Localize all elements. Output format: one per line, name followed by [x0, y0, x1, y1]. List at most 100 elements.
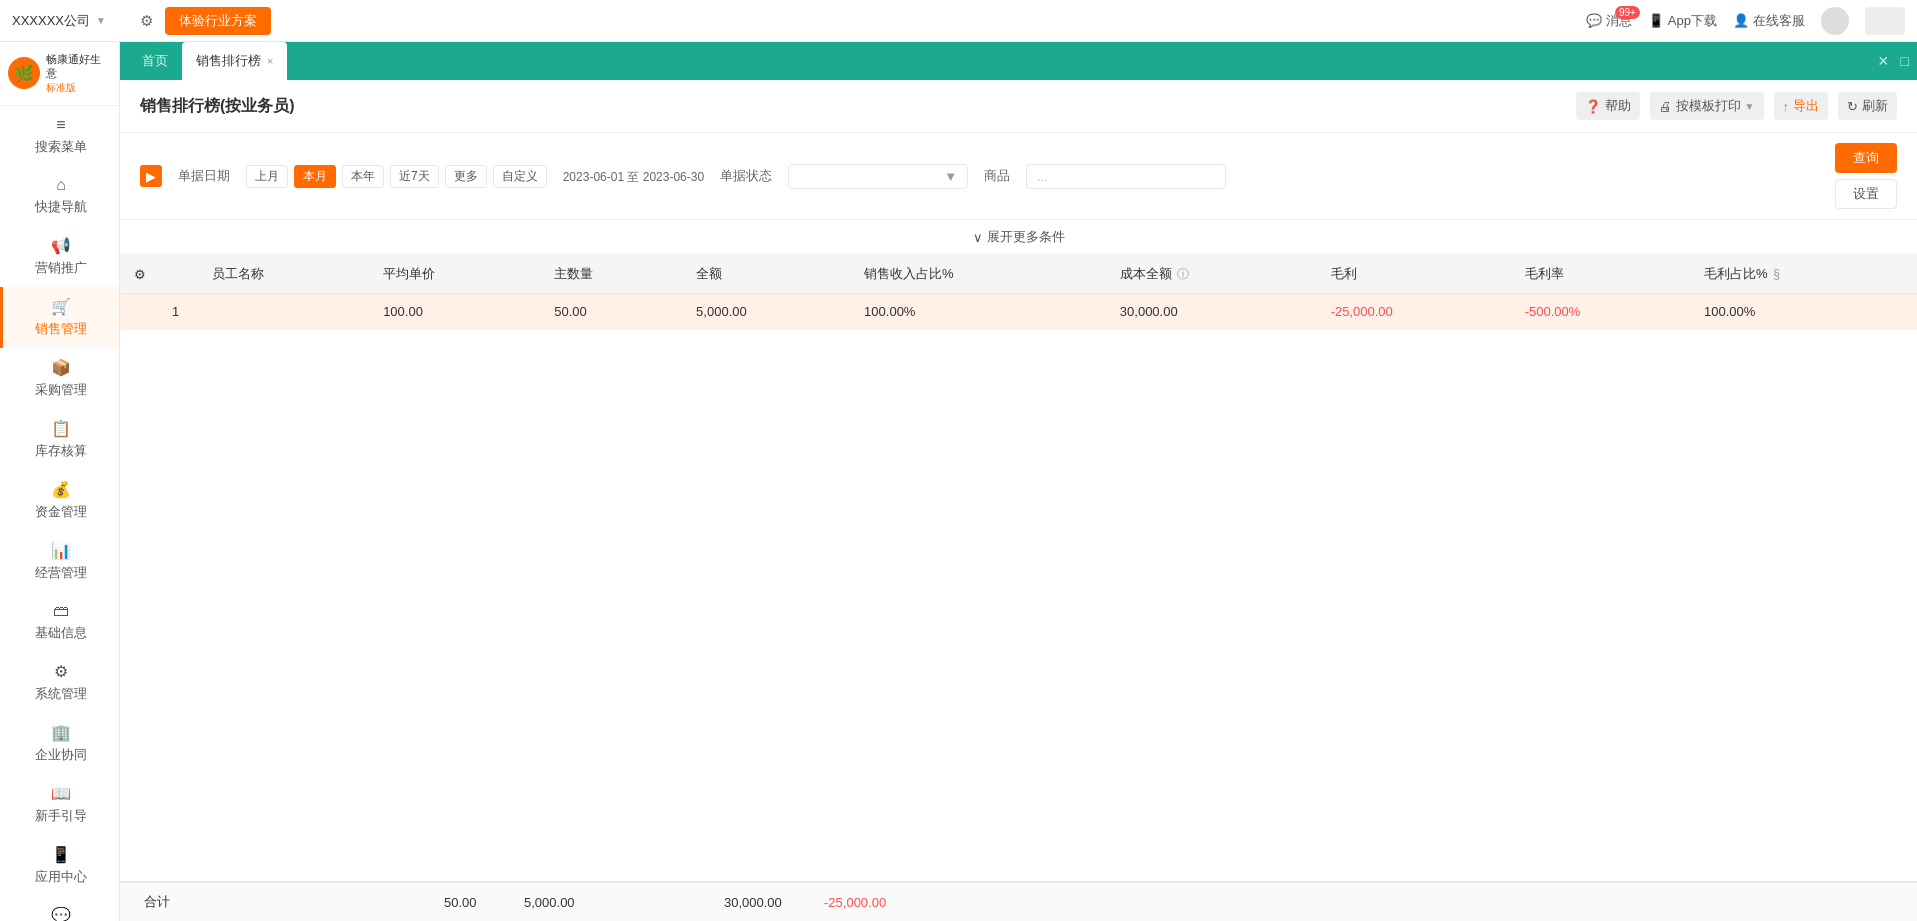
logo-icon: 🌿 — [8, 57, 40, 89]
app-download-button[interactable]: 📱 App下载 — [1648, 12, 1717, 30]
col-avg-price: 平均单价 — [371, 255, 542, 294]
goods-input[interactable]: ... — [1026, 164, 1226, 189]
sidebar-label: 销售管理 — [35, 320, 87, 338]
date-btn-this-year[interactable]: 本年 — [342, 165, 384, 188]
export-button[interactable]: ↑ 导出 — [1774, 92, 1829, 120]
table-body: 1 100.00 50.00 5,000.00 100.00% 30,000.0… — [120, 294, 1917, 330]
row-gross-rate: -500.00% — [1513, 294, 1692, 330]
export-icon: ↑ — [1783, 99, 1790, 114]
date-btn-more[interactable]: 更多 — [445, 165, 487, 188]
search-order-icon: ≡ — [56, 116, 65, 134]
avatar[interactable] — [1821, 7, 1849, 35]
col-gross-pct: 毛利占比% § — [1692, 255, 1917, 294]
row-settings-cell — [120, 294, 160, 330]
footer-amount: 5,000.00 — [512, 895, 612, 910]
filter-toggle-button[interactable]: ▶ — [140, 165, 162, 187]
table-header-row: ⚙ 员工名称 平均单价 主数量 全额 销售收入占比% 成本全额 ⓘ — [120, 255, 1917, 294]
col-gross: 毛利 — [1319, 255, 1513, 294]
date-btn-last-month[interactable]: 上月 — [246, 165, 288, 188]
expand-label: 展开更多条件 — [987, 228, 1065, 246]
company-selector[interactable]: XXXXXX公司 ▼ — [12, 12, 132, 30]
query-button[interactable]: 查询 — [1835, 143, 1897, 173]
company-name: XXXXXX公司 — [12, 12, 90, 30]
sidebar-item-finance[interactable]: 💰 资金管理 — [0, 470, 119, 531]
trial-button[interactable]: 体验行业方案 — [165, 7, 271, 35]
sidebar-item-basics[interactable]: 🗃 基础信息 — [0, 592, 119, 652]
window-close-icon[interactable]: × — [1878, 51, 1889, 72]
logo-text-block: 畅康通好生意 标准版 — [46, 52, 111, 95]
tab-sales-rank[interactable]: 销售排行榜 × — [182, 42, 287, 80]
window-max-icon[interactable]: □ — [1901, 53, 1909, 69]
sidebar-item-enterprise[interactable]: 🏢 企业协同 — [0, 713, 119, 774]
help-button[interactable]: ❓ 帮助 — [1576, 92, 1640, 120]
user-name[interactable] — [1865, 7, 1905, 35]
sidebar-item-app-center[interactable]: 📱 应用中心 — [0, 835, 119, 896]
page-actions: ❓ 帮助 🖨 按模板打印 ▼ ↑ 导出 ↻ 刷新 — [1576, 92, 1897, 132]
message-badge: 99+ — [1615, 6, 1640, 19]
header-right: 💬 消息 99+ 📱 App下载 👤 在线客服 — [1586, 7, 1905, 35]
settings-icon[interactable]: ⚙ — [140, 12, 153, 30]
date-btn-7days[interactable]: 近7天 — [390, 165, 439, 188]
content-area: 首页 销售排行榜 × × □ 销售排行榜(按业务员) ❓ 帮助 — [120, 42, 1917, 921]
row-rank: 1 — [160, 294, 200, 330]
date-btn-this-month[interactable]: 本月 — [294, 165, 336, 188]
settings-button[interactable]: 设置 — [1835, 179, 1897, 209]
online-service-button[interactable]: 👤 在线客服 — [1733, 12, 1805, 30]
refresh-button[interactable]: ↻ 刷新 — [1838, 92, 1897, 120]
gross-pct-info-icon[interactable]: § — [1773, 267, 1780, 281]
row-amount: 5,000.00 — [684, 294, 852, 330]
tab-home[interactable]: 首页 — [128, 42, 182, 80]
sidebar-label: 搜索菜单 — [35, 138, 87, 156]
sidebar-label: 新手引导 — [35, 807, 87, 825]
sidebar-item-purchase[interactable]: 📦 采购管理 — [0, 348, 119, 409]
filter-row: ▶ 单据日期 上月 本月 本年 近7天 更多 自定义 2023-06-01 至 … — [140, 143, 1897, 209]
sidebar-item-operations[interactable]: 📊 经营管理 — [0, 531, 119, 592]
sidebar-logo: 🌿 畅康通好生意 标准版 — [0, 42, 119, 106]
column-settings-icon[interactable]: ⚙ — [134, 267, 146, 282]
sidebar-item-marketing[interactable]: 📢 营销推广 — [0, 226, 119, 287]
message-button[interactable]: 💬 消息 99+ — [1586, 12, 1632, 30]
inventory-icon: 📋 — [51, 419, 71, 438]
sidebar-item-system[interactable]: ⚙ 系统管理 — [0, 652, 119, 713]
row-gross-pct: 100.00% — [1692, 294, 1917, 330]
download-icon: 📱 — [1648, 13, 1664, 28]
sidebar-item-inventory[interactable]: 📋 库存核算 — [0, 409, 119, 470]
col-amount: 全额 — [684, 255, 852, 294]
row-gross: -25,000.00 — [1319, 294, 1513, 330]
status-select[interactable]: ▼ — [788, 164, 968, 189]
footer-row: 合计 50.00 5,000.00 30,000.00 -25,000.00 — [120, 883, 1917, 921]
print-chevron-icon: ▼ — [1745, 101, 1755, 112]
print-icon: 🖨 — [1659, 99, 1672, 114]
table-row[interactable]: 1 100.00 50.00 5,000.00 100.00% 30,000.0… — [120, 294, 1917, 330]
expand-more-row[interactable]: ∨ 展开更多条件 — [120, 220, 1917, 255]
sidebar-label: 经营管理 — [35, 564, 87, 582]
date-label: 单据日期 — [178, 167, 230, 185]
row-cost: 30,000.00 — [1108, 294, 1319, 330]
tab-close-icon[interactable]: × — [267, 55, 273, 67]
chevron-down-icon: ∨ — [973, 230, 983, 245]
row-qty: 50.00 — [542, 294, 684, 330]
col-name: 员工名称 — [200, 255, 371, 294]
help-icon: ❓ — [1585, 99, 1601, 114]
refresh-label: 刷新 — [1862, 97, 1888, 115]
footer-cost: 30,000.00 — [712, 895, 812, 910]
operations-icon: 📊 — [51, 541, 71, 560]
sidebar-item-wechat[interactable]: 💬 企业微信 — [0, 896, 119, 921]
cost-info-icon[interactable]: ⓘ — [1177, 267, 1189, 281]
sidebar-label: 营销推广 — [35, 259, 87, 277]
sidebar-item-search-order[interactable]: ≡ 搜索菜单 — [0, 106, 119, 166]
tab-sales-rank-label: 销售排行榜 — [196, 52, 261, 70]
sidebar-label: 快捷导航 — [35, 198, 87, 216]
status-chevron-icon: ▼ — [944, 169, 957, 184]
print-template-button[interactable]: 🖨 按模板打印 ▼ — [1650, 92, 1764, 120]
col-settings[interactable]: ⚙ — [120, 255, 160, 294]
table-footer: 合计 50.00 5,000.00 30,000.00 -25,000.00 — [120, 881, 1917, 921]
enterprise-icon: 🏢 — [51, 723, 71, 742]
date-btn-custom[interactable]: 自定义 — [493, 165, 547, 188]
purchase-icon: 📦 — [51, 358, 71, 377]
sidebar-item-guide[interactable]: 📖 新手引导 — [0, 774, 119, 835]
app-download-label: App下载 — [1668, 12, 1717, 30]
sidebar-item-sales[interactable]: 🛒 销售管理 — [0, 287, 119, 348]
sidebar-item-quick-nav[interactable]: ⌂ 快捷导航 — [0, 166, 119, 226]
table-container: ⚙ 员工名称 平均单价 主数量 全额 销售收入占比% 成本全额 ⓘ — [120, 255, 1917, 881]
